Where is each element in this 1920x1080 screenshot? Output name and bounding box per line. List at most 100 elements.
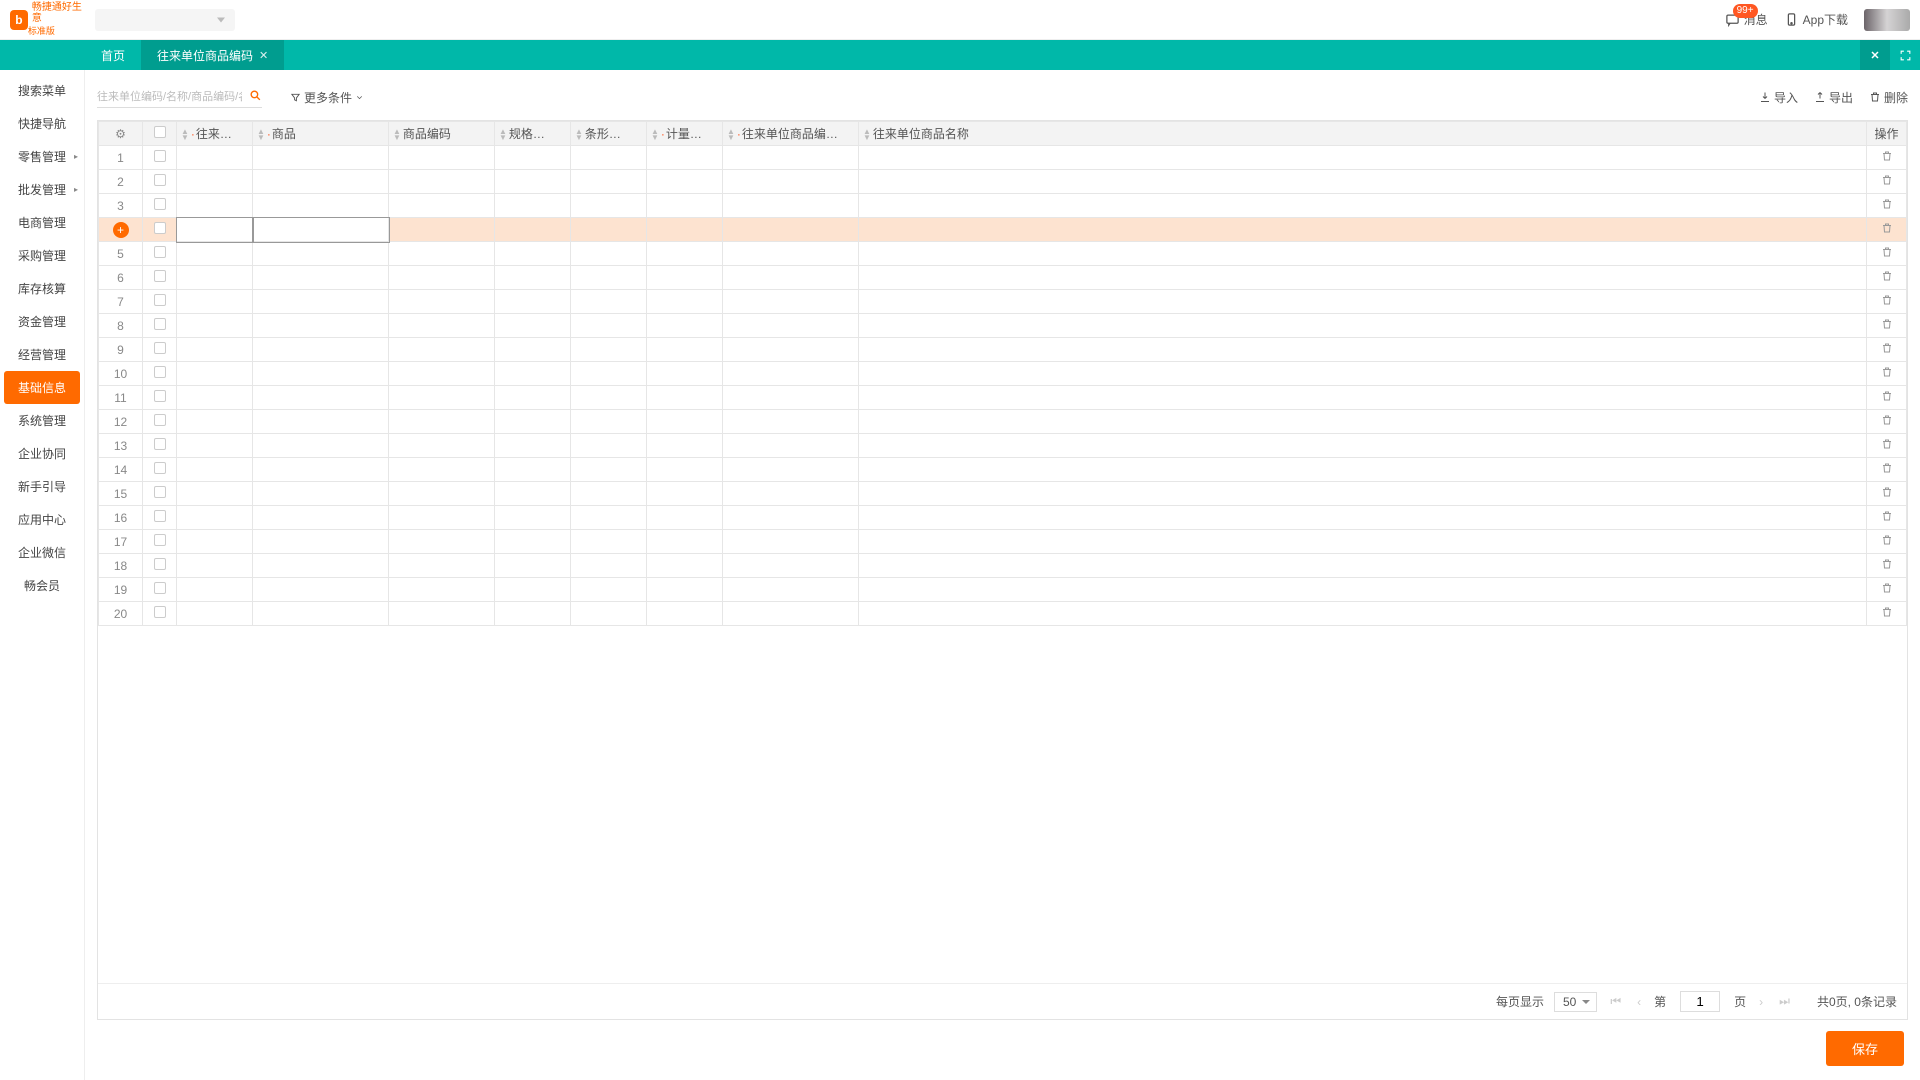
cell-partner-code[interactable] [723, 146, 859, 170]
checkbox[interactable] [154, 318, 166, 330]
tab-current[interactable]: 往来单位商品编码 ✕ [141, 40, 284, 70]
cell-spec[interactable] [495, 146, 571, 170]
tab-home[interactable]: 首页 [85, 40, 141, 70]
checkbox[interactable] [154, 462, 166, 474]
checkbox[interactable] [154, 606, 166, 618]
table-row[interactable]: 20 [99, 602, 1907, 626]
cell-product[interactable] [253, 578, 389, 602]
cell-spec[interactable] [495, 362, 571, 386]
page-first-button[interactable]: ⏮ [1607, 994, 1624, 1009]
table-row[interactable]: 9 [99, 338, 1907, 362]
cell-product[interactable] [253, 170, 389, 194]
row-delete-button[interactable] [1867, 314, 1907, 338]
sidebar-item-5[interactable]: 采购管理 [0, 239, 84, 272]
column-product[interactable]: ▲▼·商品 [253, 122, 389, 146]
cell-product[interactable] [253, 218, 389, 242]
cell-product-code[interactable] [389, 458, 495, 482]
cell-partner-code[interactable] [723, 530, 859, 554]
cell-partner-name[interactable] [859, 506, 1867, 530]
sidebar-item-1[interactable]: 快捷导航 [0, 107, 84, 140]
cell-partner[interactable] [177, 242, 253, 266]
cell-partner-name[interactable] [859, 170, 1867, 194]
sidebar-item-15[interactable]: 畅会员 [0, 569, 84, 602]
cell-partner[interactable] [177, 506, 253, 530]
cell-barcode[interactable] [571, 506, 647, 530]
cell-unit[interactable] [647, 314, 723, 338]
cell-spec[interactable] [495, 170, 571, 194]
cell-partner-name[interactable] [859, 338, 1867, 362]
checkbox[interactable] [154, 294, 166, 306]
cell-barcode[interactable] [571, 338, 647, 362]
table-row[interactable]: 8 [99, 314, 1907, 338]
cell-barcode[interactable] [571, 362, 647, 386]
row-checkbox-cell[interactable] [143, 410, 177, 434]
table-row[interactable]: 12 [99, 410, 1907, 434]
row-checkbox-cell[interactable] [143, 242, 177, 266]
table-row[interactable]: 11 [99, 386, 1907, 410]
cell-product-code[interactable] [389, 242, 495, 266]
sidebar-item-10[interactable]: 系统管理 [0, 404, 84, 437]
checkbox[interactable] [154, 174, 166, 186]
close-icon[interactable]: ✕ [259, 49, 268, 62]
cell-product-code[interactable] [389, 506, 495, 530]
checkbox[interactable] [154, 582, 166, 594]
cell-product[interactable] [253, 602, 389, 626]
search-icon[interactable] [249, 89, 262, 105]
cell-partner[interactable] [177, 410, 253, 434]
cell-partner-code[interactable] [723, 506, 859, 530]
column-partner-product-code[interactable]: ▲▼·往来单位商品编… [723, 122, 859, 146]
org-selector[interactable] [95, 9, 235, 31]
cell-unit[interactable] [647, 242, 723, 266]
cell-product[interactable] [253, 362, 389, 386]
column-settings[interactable]: ⚙ [99, 122, 143, 146]
column-partner[interactable]: ▲▼·往来… [177, 122, 253, 146]
row-checkbox-cell[interactable] [143, 170, 177, 194]
cell-partner-name[interactable] [859, 530, 1867, 554]
cell-spec[interactable] [495, 506, 571, 530]
cell-product-code[interactable] [389, 554, 495, 578]
column-barcode[interactable]: ▲▼条形… [571, 122, 647, 146]
cell-spec[interactable] [495, 314, 571, 338]
checkbox[interactable] [154, 438, 166, 450]
cell-unit[interactable] [647, 386, 723, 410]
cell-partner-name[interactable] [859, 578, 1867, 602]
checkbox[interactable] [154, 414, 166, 426]
cell-product-code[interactable] [389, 578, 495, 602]
row-delete-button[interactable] [1867, 194, 1907, 218]
column-spec[interactable]: ▲▼规格… [495, 122, 571, 146]
sidebar-item-9[interactable]: 基础信息 [4, 371, 80, 404]
checkbox[interactable] [154, 270, 166, 282]
checkbox[interactable] [154, 198, 166, 210]
cell-unit[interactable] [647, 578, 723, 602]
row-checkbox-cell[interactable] [143, 434, 177, 458]
cell-partner-code[interactable] [723, 410, 859, 434]
cell-partner-code[interactable] [723, 338, 859, 362]
cell-partner[interactable] [177, 530, 253, 554]
cell-unit[interactable] [647, 362, 723, 386]
cell-unit[interactable] [647, 410, 723, 434]
cell-barcode[interactable] [571, 386, 647, 410]
cell-partner-code[interactable] [723, 242, 859, 266]
cell-partner[interactable] [177, 290, 253, 314]
cell-unit[interactable] [647, 146, 723, 170]
cell-product[interactable] [253, 242, 389, 266]
page-next-button[interactable]: › [1756, 995, 1766, 1009]
cell-unit[interactable] [647, 338, 723, 362]
cell-barcode[interactable] [571, 314, 647, 338]
table-row[interactable]: + [99, 218, 1907, 242]
row-checkbox-cell[interactable] [143, 482, 177, 506]
cell-product-code[interactable] [389, 170, 495, 194]
table-row[interactable]: 15 [99, 482, 1907, 506]
cell-product[interactable] [253, 506, 389, 530]
table-row[interactable]: 13 [99, 434, 1907, 458]
cell-partner-code[interactable] [723, 170, 859, 194]
sidebar-item-12[interactable]: 新手引导 [0, 470, 84, 503]
cell-product[interactable] [253, 530, 389, 554]
cell-product[interactable] [253, 314, 389, 338]
table-row[interactable]: 2 [99, 170, 1907, 194]
cell-product-code[interactable] [389, 218, 495, 242]
cell-partner-code[interactable] [723, 458, 859, 482]
cell-unit[interactable] [647, 170, 723, 194]
cell-barcode[interactable] [571, 434, 647, 458]
cell-partner-name[interactable] [859, 434, 1867, 458]
